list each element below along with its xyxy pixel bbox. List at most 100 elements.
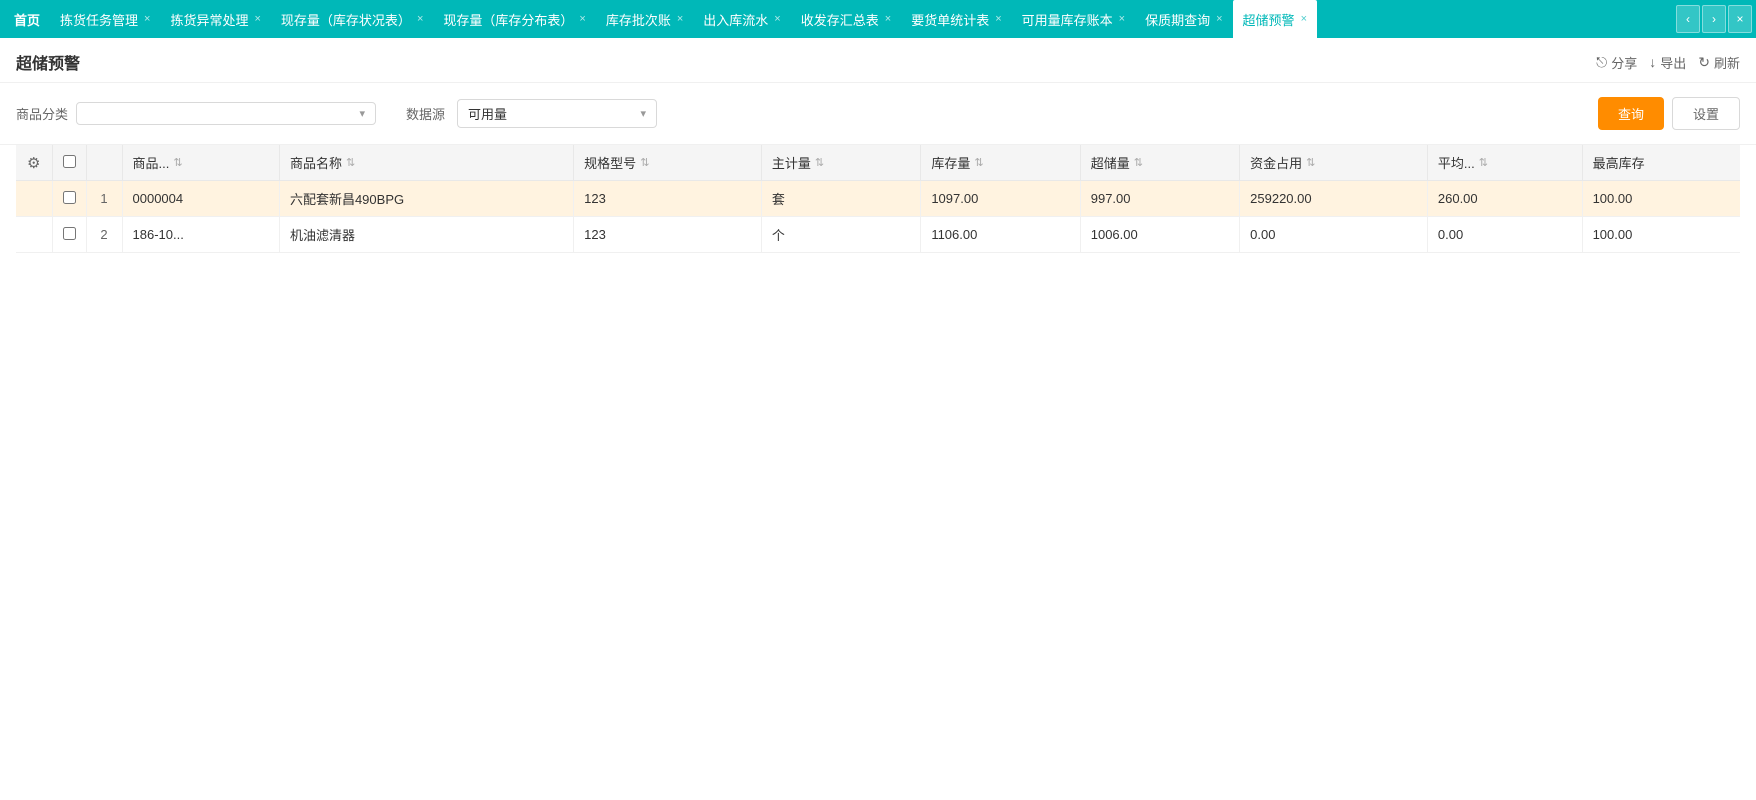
- sort-icon[interactable]: ⇅: [974, 156, 983, 169]
- nav-item-order-stats[interactable]: 要货单统计表 ×: [901, 0, 1011, 38]
- row-capital: 259220.00: [1240, 181, 1428, 217]
- row-checkbox[interactable]: [63, 191, 76, 204]
- row-checkbox[interactable]: [63, 227, 76, 240]
- table-body: 1 0000004 六配套新昌490BPG 123 套 1097.00 997.…: [16, 181, 1740, 253]
- table-container: ⚙ 商品... ⇅ 商品名称: [0, 145, 1756, 269]
- row-unit: 个: [761, 217, 920, 253]
- row-spec: 123: [574, 181, 762, 217]
- export-icon: ↓: [1649, 54, 1656, 70]
- close-icon[interactable]: ×: [1119, 13, 1125, 25]
- th-stock: 库存量 ⇅: [921, 145, 1080, 181]
- page-title: 超储预警: [16, 50, 80, 74]
- table-header-row: ⚙ 商品... ⇅ 商品名称: [16, 145, 1740, 181]
- chevron-down-icon: ▾: [641, 107, 647, 120]
- sort-icon[interactable]: ⇅: [1306, 156, 1315, 169]
- share-icon: ⎋: [1596, 54, 1607, 71]
- th-stock-label: 库存量: [931, 153, 970, 172]
- row-max-stock: 100.00: [1582, 181, 1740, 217]
- sort-icon[interactable]: ⇅: [1479, 156, 1488, 169]
- data-table: ⚙ 商品... ⇅ 商品名称: [16, 145, 1740, 253]
- row-overstock: 997.00: [1080, 181, 1239, 217]
- sort-icon[interactable]: ⇅: [346, 156, 355, 169]
- nav-item-abnormal[interactable]: 拣货异常处理 ×: [160, 0, 270, 38]
- row-max-stock: 100.00: [1582, 217, 1740, 253]
- sort-icon[interactable]: ⇅: [173, 156, 182, 169]
- category-label: 商品分类: [16, 104, 68, 123]
- nav-item-home[interactable]: 首页: [4, 0, 50, 38]
- nav-prev-button[interactable]: ‹: [1676, 5, 1700, 33]
- th-spec: 规格型号 ⇅: [574, 145, 762, 181]
- page-actions: ⎋ 分享 ↓ 导出 ↻ 刷新: [1596, 53, 1740, 72]
- th-checkbox: [52, 145, 86, 181]
- close-icon[interactable]: ×: [1301, 13, 1307, 25]
- th-capital-label: 资金占用: [1250, 153, 1302, 172]
- filter-area: 商品分类 ▾ 数据源 可用量 可用量 ▾ 查询 设置: [0, 83, 1756, 145]
- datasource-select-value: 可用量: [468, 104, 507, 123]
- row-avg: 260.00: [1427, 181, 1582, 217]
- close-icon[interactable]: ×: [885, 13, 891, 25]
- category-select[interactable]: ▾: [76, 102, 376, 125]
- th-overstock: 超储量 ⇅: [1080, 145, 1239, 181]
- th-gear: ⚙: [16, 145, 52, 181]
- nav-more-button[interactable]: ×: [1728, 5, 1752, 33]
- th-product-name: 商品名称 ⇅: [279, 145, 573, 181]
- share-button[interactable]: ⎋ 分享: [1596, 53, 1637, 72]
- close-icon[interactable]: ×: [774, 13, 780, 25]
- datasource-label: 数据源: [406, 104, 445, 123]
- nav-item-overstock[interactable]: 超储预警 ×: [1233, 0, 1317, 38]
- row-stock: 1097.00: [921, 181, 1080, 217]
- row-number: 2: [86, 217, 122, 253]
- th-row-num: [86, 145, 122, 181]
- close-icon[interactable]: ×: [417, 13, 423, 25]
- nav-item-batch[interactable]: 库存批次账 ×: [596, 0, 693, 38]
- th-max-stock: 最高库存: [1582, 145, 1740, 181]
- nav-arrows: ‹ › ×: [1676, 5, 1752, 33]
- close-icon[interactable]: ×: [995, 13, 1001, 25]
- refresh-button[interactable]: ↻ 刷新: [1698, 53, 1740, 72]
- top-nav: 首页 拣货任务管理 × 拣货异常处理 × 现存量（库存状况表） × 现存量（库存…: [0, 0, 1756, 38]
- query-button[interactable]: 查询: [1598, 97, 1664, 130]
- close-icon[interactable]: ×: [144, 13, 150, 25]
- th-overstock-label: 超储量: [1091, 153, 1130, 172]
- nav-item-task-mgmt[interactable]: 拣货任务管理 ×: [50, 0, 160, 38]
- nav-next-button[interactable]: ›: [1702, 5, 1726, 33]
- sort-icon[interactable]: ⇅: [640, 156, 649, 169]
- row-checkbox-cell: [52, 181, 86, 217]
- th-product-code-label: 商品...: [133, 153, 170, 172]
- datasource-filter: 数据源 可用量 可用量 ▾: [406, 99, 657, 128]
- row-unit: 套: [761, 181, 920, 217]
- th-unit-label: 主计量: [772, 153, 811, 172]
- close-icon[interactable]: ×: [677, 13, 683, 25]
- settings-button[interactable]: 设置: [1672, 97, 1740, 130]
- row-avg: 0.00: [1427, 217, 1582, 253]
- row-product-name: 机油滤清器: [279, 217, 573, 253]
- row-product-code: 0000004: [122, 181, 279, 217]
- nav-item-inventory-dist[interactable]: 现存量（库存分布表） ×: [433, 0, 595, 38]
- export-button[interactable]: ↓ 导出: [1649, 53, 1686, 72]
- sort-icon[interactable]: ⇅: [815, 156, 824, 169]
- close-icon[interactable]: ×: [579, 13, 585, 25]
- th-avg-label: 平均...: [1438, 153, 1475, 172]
- nav-item-summary[interactable]: 收发存汇总表 ×: [791, 0, 901, 38]
- datasource-select[interactable]: 可用量 ▾: [457, 99, 657, 128]
- th-unit: 主计量 ⇅: [761, 145, 920, 181]
- sort-icon[interactable]: ⇅: [1134, 156, 1143, 169]
- row-overstock: 1006.00: [1080, 217, 1239, 253]
- close-icon[interactable]: ×: [254, 13, 260, 25]
- nav-item-available-account[interactable]: 可用量库存账本 ×: [1012, 0, 1135, 38]
- table-row: 1 0000004 六配套新昌490BPG 123 套 1097.00 997.…: [16, 181, 1740, 217]
- settings-icon[interactable]: ⚙: [27, 155, 40, 172]
- nav-item-expiry[interactable]: 保质期查询 ×: [1135, 0, 1232, 38]
- select-all-checkbox[interactable]: [63, 155, 76, 168]
- nav-item-inventory-status[interactable]: 现存量（库存状况表） ×: [271, 0, 433, 38]
- row-product-code: 186-10...: [122, 217, 279, 253]
- th-max-stock-label: 最高库存: [1593, 153, 1645, 172]
- table-row: 2 186-10... 机油滤清器 123 个 1106.00 1006.00 …: [16, 217, 1740, 253]
- nav-item-inout-flow[interactable]: 出入库流水 ×: [693, 0, 790, 38]
- th-spec-label: 规格型号: [584, 153, 636, 172]
- refresh-icon: ↻: [1698, 54, 1710, 71]
- row-stock: 1106.00: [921, 217, 1080, 253]
- page-content: 超储预警 ⎋ 分享 ↓ 导出 ↻ 刷新 商品分类 ▾ 数据源: [0, 38, 1756, 800]
- close-icon[interactable]: ×: [1216, 13, 1222, 25]
- th-product-name-label: 商品名称: [290, 153, 342, 172]
